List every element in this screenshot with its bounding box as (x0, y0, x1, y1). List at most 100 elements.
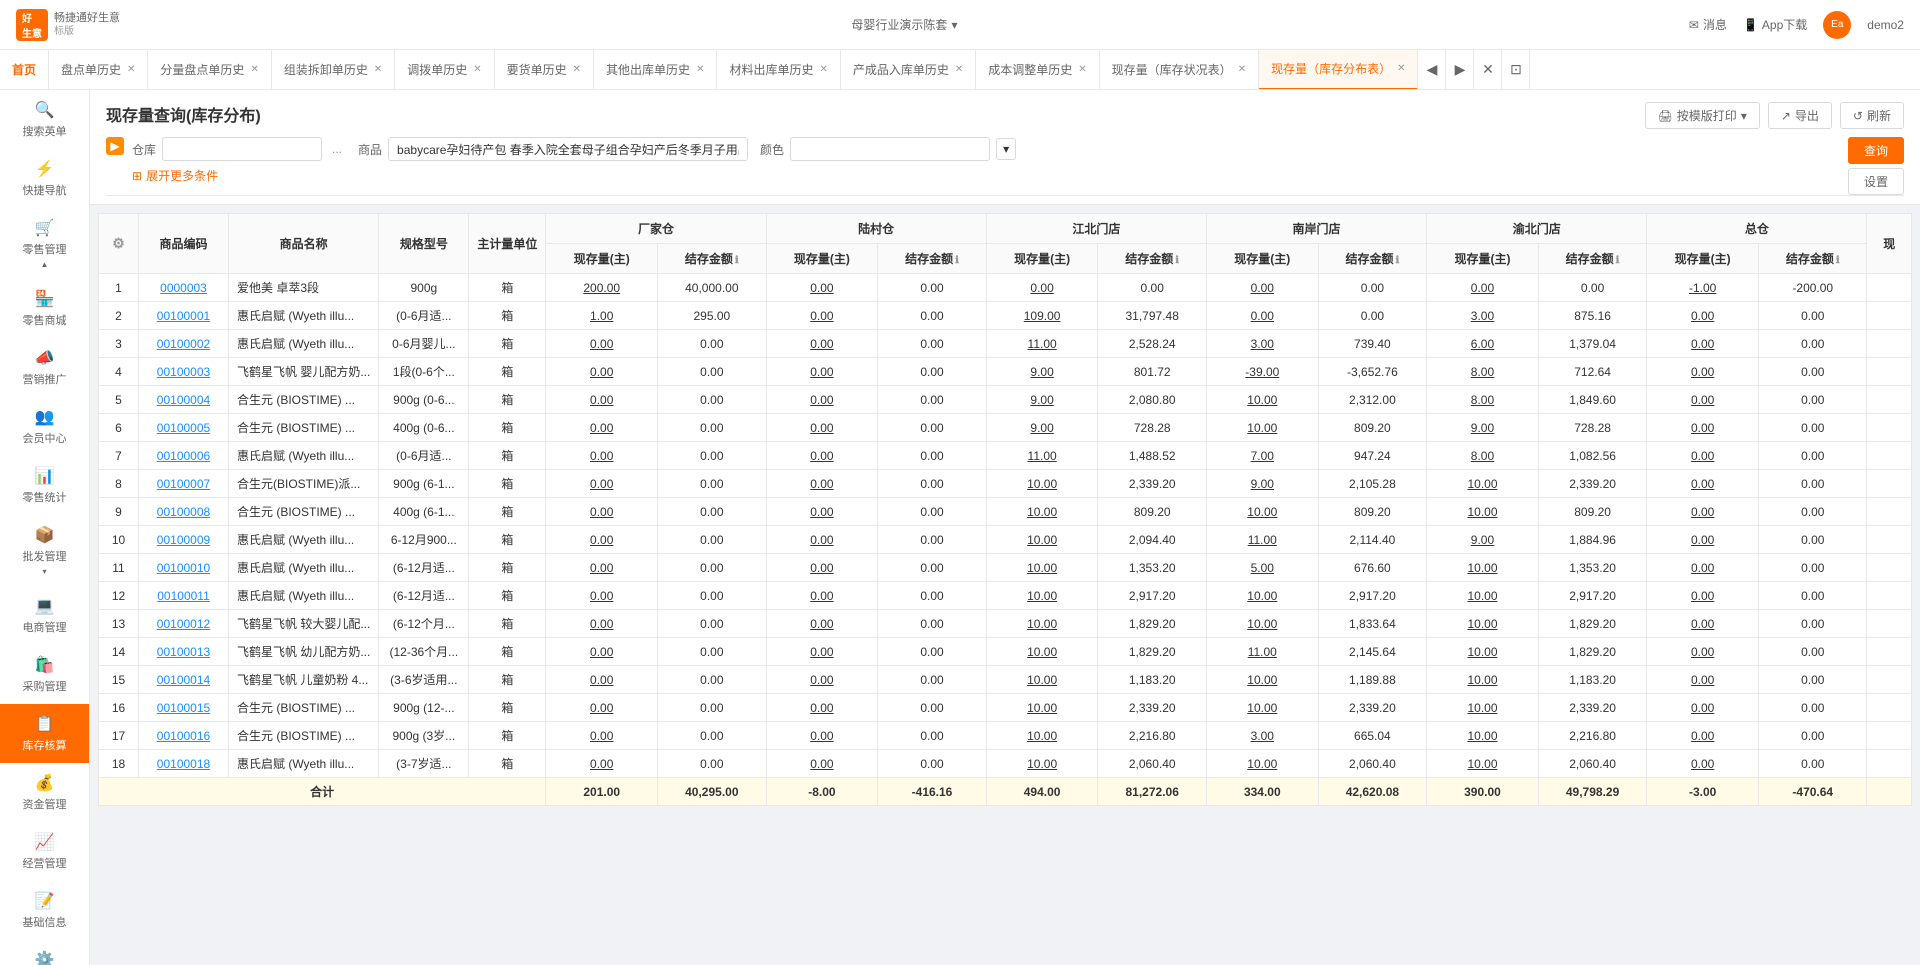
tab-stocktake-dist[interactable]: 分量盘点单历史 ✕ (148, 50, 271, 90)
tab-cost-adjust[interactable]: 成本调整单历史 ✕ (976, 50, 1099, 90)
cell-lc-qty[interactable]: 0.00 (766, 610, 878, 638)
sidebar-item-retail-mall[interactable]: 🏪 零售商城 (0, 279, 89, 338)
cell-fac-qty[interactable]: 0.00 (546, 666, 658, 694)
sidebar-item-retail[interactable]: 🛒 零售管理 ▲ (0, 208, 89, 279)
query-btn[interactable]: 查询 (1848, 137, 1904, 164)
user-avatar[interactable]: Ea (1823, 11, 1851, 39)
app-download-btn[interactable]: 📱 App下载 (1743, 16, 1807, 33)
cell-fac-qty[interactable]: 0.00 (546, 470, 658, 498)
cell-lc-qty[interactable]: 0.00 (766, 302, 878, 330)
sidebar-item-ops[interactable]: 📈 经营管理 (0, 822, 89, 881)
cell-yb-qty[interactable]: 10.00 (1427, 470, 1539, 498)
tab-other-out-close[interactable]: ✕ (696, 64, 704, 75)
sidebar-item-retail-stats[interactable]: 📊 零售统计 (0, 456, 89, 515)
cell-code[interactable]: 00100012 (139, 610, 229, 638)
cell-jb-qty[interactable]: 10.00 (986, 470, 1098, 498)
cell-total-qty[interactable]: 0.00 (1647, 554, 1759, 582)
cell-total-qty[interactable]: 0.00 (1647, 694, 1759, 722)
cell-na-qty[interactable]: 10.00 (1206, 750, 1318, 778)
cell-na-qty[interactable]: 10.00 (1206, 694, 1318, 722)
cell-code[interactable]: 00100010 (139, 554, 229, 582)
cell-yb-qty[interactable]: 10.00 (1427, 750, 1539, 778)
tab-stocktake-close[interactable]: ✕ (127, 64, 135, 75)
cell-fac-qty[interactable]: 0.00 (546, 414, 658, 442)
export-btn[interactable]: ↗ 导出 (1768, 102, 1832, 129)
cell-na-qty[interactable]: 10.00 (1206, 386, 1318, 414)
cell-lc-qty[interactable]: 0.00 (766, 414, 878, 442)
cell-code[interactable]: 00100004 (139, 386, 229, 414)
cell-yb-qty[interactable]: 0.00 (1427, 274, 1539, 302)
cell-lc-qty[interactable]: 0.00 (766, 498, 878, 526)
cell-yb-qty[interactable]: 10.00 (1427, 638, 1539, 666)
cell-total-qty[interactable]: 0.00 (1647, 330, 1759, 358)
cell-code[interactable]: 00100011 (139, 582, 229, 610)
cell-total-qty[interactable]: 0.00 (1647, 414, 1759, 442)
cell-na-qty[interactable]: 10.00 (1206, 610, 1318, 638)
cell-na-qty[interactable]: -39.00 (1206, 358, 1318, 386)
cell-na-qty[interactable]: 9.00 (1206, 470, 1318, 498)
cell-code[interactable]: 0000003 (139, 274, 229, 302)
tab-purchase-order[interactable]: 要货单历史 ✕ (495, 50, 594, 90)
color-input[interactable] (790, 137, 990, 161)
cell-total-qty[interactable]: 0.00 (1647, 582, 1759, 610)
cell-yb-qty[interactable]: 8.00 (1427, 442, 1539, 470)
tab-close-all-btn[interactable]: ✕ (1474, 50, 1502, 90)
cell-fac-qty[interactable]: 0.00 (546, 750, 658, 778)
tab-cost-adjust-close[interactable]: ✕ (1078, 64, 1086, 75)
tab-inventory-status-close[interactable]: ✕ (1238, 64, 1246, 75)
tab-transfer[interactable]: 调拨单历史 ✕ (395, 50, 494, 90)
cell-lc-qty[interactable]: 0.00 (766, 722, 878, 750)
tab-product-in[interactable]: 产成品入库单历史 ✕ (841, 50, 976, 90)
cell-jb-qty[interactable]: 10.00 (986, 722, 1098, 750)
sidebar-item-quicknav[interactable]: ⚡ 快捷导航 (0, 149, 89, 208)
sidebar-item-search[interactable]: 🔍 搜索英单 (0, 90, 89, 149)
sidebar-item-marketing[interactable]: 📣 营销推广 (0, 338, 89, 397)
tab-material-out-close[interactable]: ✕ (819, 64, 827, 75)
cell-jb-qty[interactable]: 10.00 (986, 694, 1098, 722)
goods-input[interactable] (388, 137, 748, 161)
warehouse-dots[interactable]: ... (328, 142, 346, 156)
cell-code[interactable]: 00100007 (139, 470, 229, 498)
cell-fac-qty[interactable]: 0.00 (546, 330, 658, 358)
cell-jb-qty[interactable]: 9.00 (986, 414, 1098, 442)
tab-stocktake-dist-close[interactable]: ✕ (250, 64, 258, 75)
cell-jb-qty[interactable]: 10.00 (986, 750, 1098, 778)
cell-code[interactable]: 00100006 (139, 442, 229, 470)
sidebar-item-inventory[interactable]: 📋 库存核算 (0, 704, 89, 763)
cell-code[interactable]: 00100008 (139, 498, 229, 526)
cell-code[interactable]: 00100002 (139, 330, 229, 358)
cell-jb-qty[interactable]: 10.00 (986, 526, 1098, 554)
warehouse-input[interactable] (162, 137, 322, 161)
cell-jb-qty[interactable]: 0.00 (986, 274, 1098, 302)
print-btn[interactable]: 🖨 按模版打印 ▾ (1645, 102, 1760, 129)
settings-btn[interactable]: 设置 (1848, 168, 1904, 195)
cell-total-qty[interactable]: 0.00 (1647, 442, 1759, 470)
cell-yb-qty[interactable]: 10.00 (1427, 582, 1539, 610)
tab-inventory-dist-close[interactable]: ✕ (1397, 63, 1405, 74)
cell-jb-qty[interactable]: 11.00 (986, 330, 1098, 358)
cell-code[interactable]: 00100015 (139, 694, 229, 722)
cell-fac-qty[interactable]: 0.00 (546, 386, 658, 414)
sidebar-item-purchase[interactable]: 🛍️ 采购管理 (0, 645, 89, 704)
tab-home[interactable]: 首页 (0, 50, 49, 90)
industry-dropdown-icon[interactable]: ▾ (951, 18, 957, 32)
cell-code[interactable]: 00100013 (139, 638, 229, 666)
cell-na-qty[interactable]: 5.00 (1206, 554, 1318, 582)
cell-fac-qty[interactable]: 0.00 (546, 526, 658, 554)
cell-lc-qty[interactable]: 0.00 (766, 386, 878, 414)
cell-jb-qty[interactable]: 10.00 (986, 666, 1098, 694)
cell-total-qty[interactable]: 0.00 (1647, 302, 1759, 330)
cell-lc-qty[interactable]: 0.00 (766, 666, 878, 694)
expand-btn[interactable]: ▶ (106, 137, 124, 155)
cell-fac-qty[interactable]: 0.00 (546, 442, 658, 470)
sidebar-item-basic[interactable]: 📝 基础信息 (0, 881, 89, 940)
na-amt-info-icon[interactable]: ℹ (1395, 255, 1399, 266)
cell-lc-qty[interactable]: 0.00 (766, 554, 878, 582)
cell-total-qty[interactable]: 0.00 (1647, 666, 1759, 694)
cell-lc-qty[interactable]: 0.00 (766, 442, 878, 470)
cell-yb-qty[interactable]: 6.00 (1427, 330, 1539, 358)
cell-code[interactable]: 00100001 (139, 302, 229, 330)
cell-na-qty[interactable]: 7.00 (1206, 442, 1318, 470)
cell-fac-qty[interactable]: 1.00 (546, 302, 658, 330)
cell-code[interactable]: 00100009 (139, 526, 229, 554)
